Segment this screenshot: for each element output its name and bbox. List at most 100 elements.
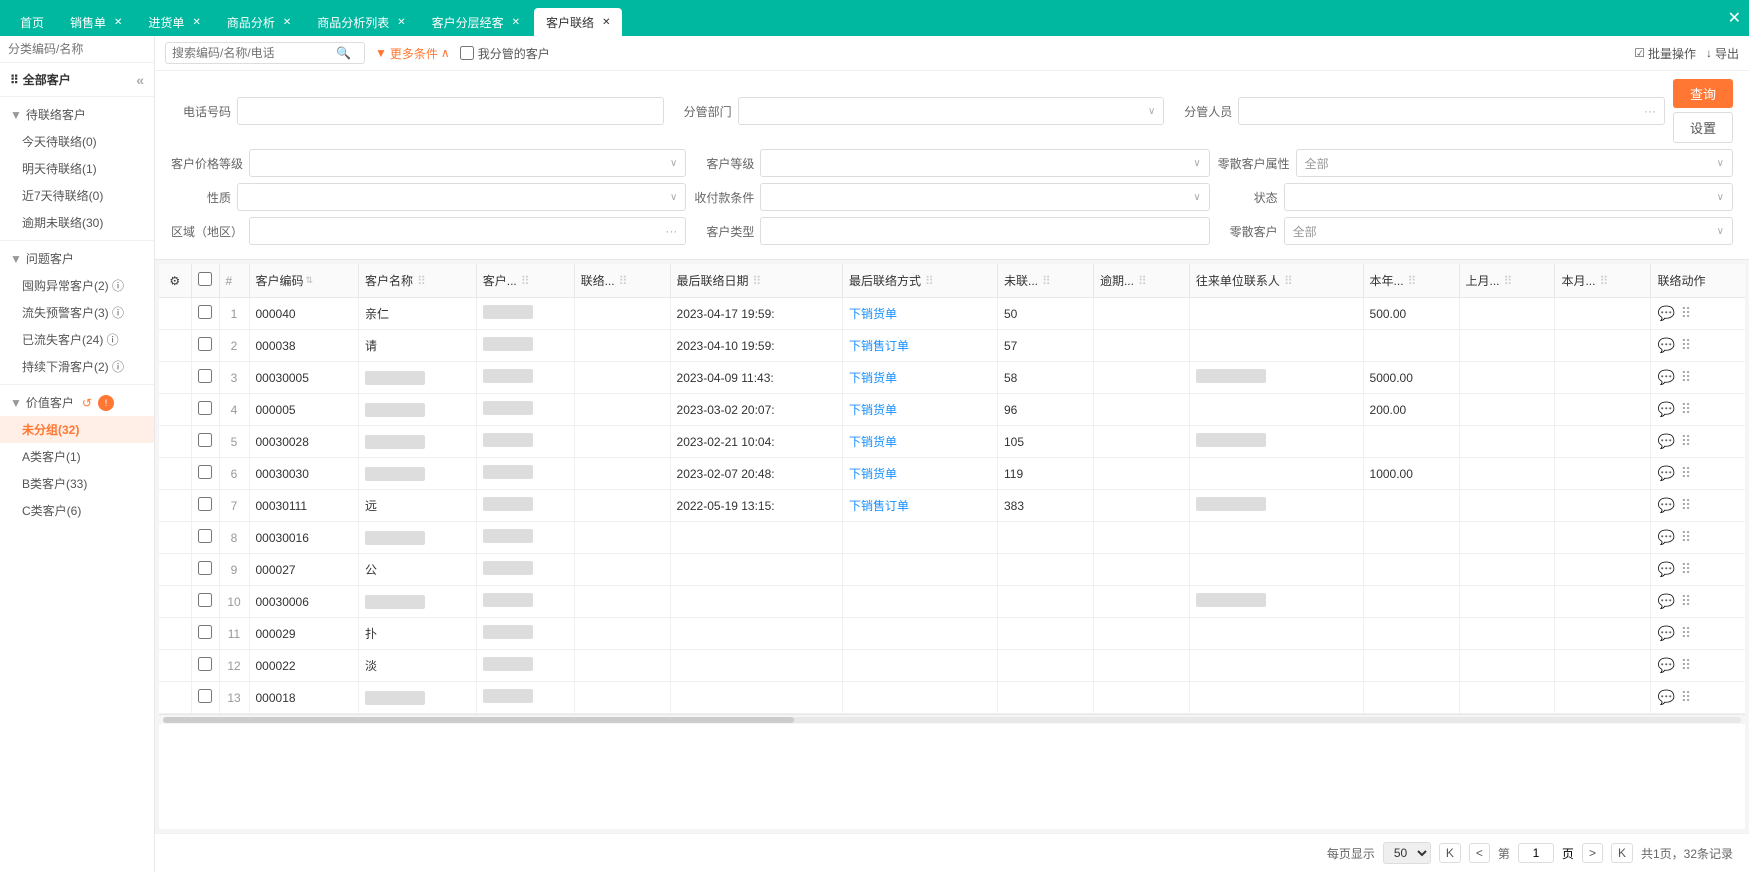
contact-method-link[interactable]: 下销货单 (849, 435, 897, 449)
tab-customer-contact[interactable]: 客户联络 ✕ (534, 8, 622, 36)
page-number-input[interactable] (1518, 843, 1554, 863)
col-code[interactable]: 客户编码⇅ (249, 264, 359, 298)
manager-select[interactable]: ··· (1238, 97, 1665, 125)
tab-sales[interactable]: 销售单 ✕ (58, 8, 134, 36)
more-action-icon[interactable]: ⠿ (1681, 433, 1691, 450)
row-checkbox[interactable] (198, 497, 212, 511)
batch-ops-button[interactable]: ☑ 批量操作 (1634, 45, 1696, 62)
chat-icon[interactable]: 💬 (1657, 401, 1674, 418)
more-action-icon[interactable]: ⠿ (1681, 497, 1691, 514)
close-all-tabs-button[interactable]: ✕ (1728, 8, 1741, 28)
tab-home[interactable]: 首页 (8, 8, 56, 36)
sidebar-group-value[interactable]: ▼ 价值客户 ↺ ! (0, 389, 154, 416)
tab-sales-close[interactable]: ✕ (114, 17, 122, 28)
col-overdue[interactable]: 逾期...⠿ (1093, 264, 1189, 298)
row-checkbox[interactable] (198, 561, 212, 575)
more-action-icon[interactable]: ⠿ (1681, 529, 1691, 546)
more-action-icon[interactable]: ⠿ (1681, 369, 1691, 386)
select-all-checkbox[interactable] (198, 272, 212, 286)
query-button[interactable]: 查询 (1673, 79, 1733, 108)
sidebar-item-overdue-uncontacted[interactable]: 逾期未联络(30) (0, 209, 154, 236)
tab-goods-analysis[interactable]: 商品分析 ✕ (215, 8, 303, 36)
tab-purchase[interactable]: 进货单 ✕ (136, 8, 212, 36)
row-checkbox[interactable] (198, 337, 212, 351)
col-this-month[interactable]: 本月...⠿ (1555, 264, 1651, 298)
chat-icon[interactable]: 💬 (1657, 625, 1674, 642)
contact-method-link[interactable]: 下销货单 (849, 307, 897, 321)
tab-goods-analysis-list[interactable]: 商品分析列表 ✕ (305, 8, 417, 36)
chat-icon[interactable]: 💬 (1657, 369, 1674, 386)
all-customers-header[interactable]: ⠿ 全部客户 « (0, 63, 154, 92)
my-customers-checkbox[interactable]: 我分管的客户 (460, 45, 550, 62)
sidebar-group-problem[interactable]: ▼ 问题客户 (0, 245, 154, 272)
chat-icon[interactable]: 💬 (1657, 433, 1674, 450)
col-name[interactable]: 客户名称⠿ (359, 264, 477, 298)
next-page-button[interactable]: > (1582, 843, 1603, 863)
sidebar-collapse-icon[interactable]: « (136, 72, 144, 88)
region-select[interactable]: ··· (249, 217, 686, 245)
row-checkbox[interactable] (198, 433, 212, 447)
tab-customer-contact-close[interactable]: ✕ (602, 17, 610, 28)
col-uncontacted[interactable]: 未联...⠿ (997, 264, 1093, 298)
col-last-contact-date[interactable]: 最后联络日期⠿ (670, 264, 842, 298)
last-page-button[interactable]: K (1611, 843, 1633, 863)
contact-method-link[interactable]: 下销货单 (849, 403, 897, 417)
scrollbar-thumb[interactable] (163, 717, 794, 723)
chat-icon[interactable]: 💬 (1657, 497, 1674, 514)
more-action-icon[interactable]: ⠿ (1681, 689, 1691, 706)
sidebar-item-today-pending[interactable]: 今天待联络(0) (0, 128, 154, 155)
more-action-icon[interactable]: ⠿ (1681, 305, 1691, 322)
more-action-icon[interactable]: ⠿ (1681, 465, 1691, 482)
col-type[interactable]: 客户...⠿ (476, 264, 574, 298)
my-customers-check[interactable] (460, 46, 474, 60)
more-action-icon[interactable]: ⠿ (1681, 401, 1691, 418)
horizontal-scrollbar[interactable] (159, 714, 1745, 724)
row-checkbox[interactable] (198, 625, 212, 639)
col-settings[interactable]: ⚙ (159, 264, 191, 298)
sidebar-item-churn-warning[interactable]: 流失预警客户(3) ⓘ (0, 299, 154, 326)
tab-customer-segments-close[interactable]: ✕ (512, 17, 520, 28)
tab-goods-analysis-list-close[interactable]: ✕ (397, 17, 405, 28)
chat-icon[interactable]: 💬 (1657, 657, 1674, 674)
tab-goods-analysis-close[interactable]: ✕ (283, 17, 291, 28)
nature-select[interactable]: ∨ (237, 183, 686, 211)
sidebar-item-class-b[interactable]: B类客户(33) (0, 470, 154, 497)
row-checkbox[interactable] (198, 305, 212, 319)
chat-icon[interactable]: 💬 (1657, 337, 1674, 354)
chat-icon[interactable]: 💬 (1657, 561, 1674, 578)
scrollbar-track[interactable] (163, 717, 1741, 723)
phone-input[interactable] (237, 97, 664, 125)
col-partner-contact[interactable]: 往来单位联系人⠿ (1189, 264, 1363, 298)
chat-icon[interactable]: 💬 (1657, 689, 1674, 706)
sidebar-item-class-a[interactable]: A类客户(1) (0, 443, 154, 470)
sidebar-search-input[interactable] (8, 42, 155, 56)
more-conditions-button[interactable]: ▼ 更多条件 ∧ (375, 45, 450, 62)
more-action-icon[interactable]: ⠿ (1681, 561, 1691, 578)
row-checkbox[interactable] (198, 689, 212, 703)
contact-method-link[interactable]: 下销货单 (849, 371, 897, 385)
sidebar-item-hoarding-abnormal[interactable]: 囤购异常客户(2) ⓘ (0, 272, 154, 299)
row-checkbox[interactable] (198, 529, 212, 543)
customer-level-select[interactable]: ∨ (760, 149, 1209, 177)
row-checkbox[interactable] (198, 369, 212, 383)
chat-icon[interactable]: 💬 (1657, 305, 1674, 322)
sidebar-item-7day-pending[interactable]: 近7天待联络(0) (0, 182, 154, 209)
sidebar-group-pending[interactable]: ▼ 待联络客户 (0, 101, 154, 128)
col-last-contact-method[interactable]: 最后联络方式⠿ (843, 264, 998, 298)
col-this-year[interactable]: 本年...⠿ (1363, 264, 1459, 298)
tab-purchase-close[interactable]: ✕ (192, 17, 200, 28)
row-checkbox[interactable] (198, 657, 212, 671)
chat-icon[interactable]: 💬 (1657, 465, 1674, 482)
contact-method-link[interactable]: 下销售订单 (849, 339, 909, 353)
more-action-icon[interactable]: ⠿ (1681, 625, 1691, 642)
prev-page-button[interactable]: < (1469, 843, 1490, 863)
row-checkbox[interactable] (198, 465, 212, 479)
customer-type-select[interactable] (760, 217, 1209, 245)
sidebar-item-declining[interactable]: 持续下滑客户(2) ⓘ (0, 353, 154, 380)
reset-button[interactable]: 设置 (1673, 112, 1733, 143)
price-level-select[interactable]: ∨ (249, 149, 686, 177)
export-button[interactable]: ↓ 导出 (1706, 45, 1739, 62)
row-checkbox[interactable] (198, 593, 212, 607)
chat-icon[interactable]: 💬 (1657, 593, 1674, 610)
row-checkbox[interactable] (198, 401, 212, 415)
